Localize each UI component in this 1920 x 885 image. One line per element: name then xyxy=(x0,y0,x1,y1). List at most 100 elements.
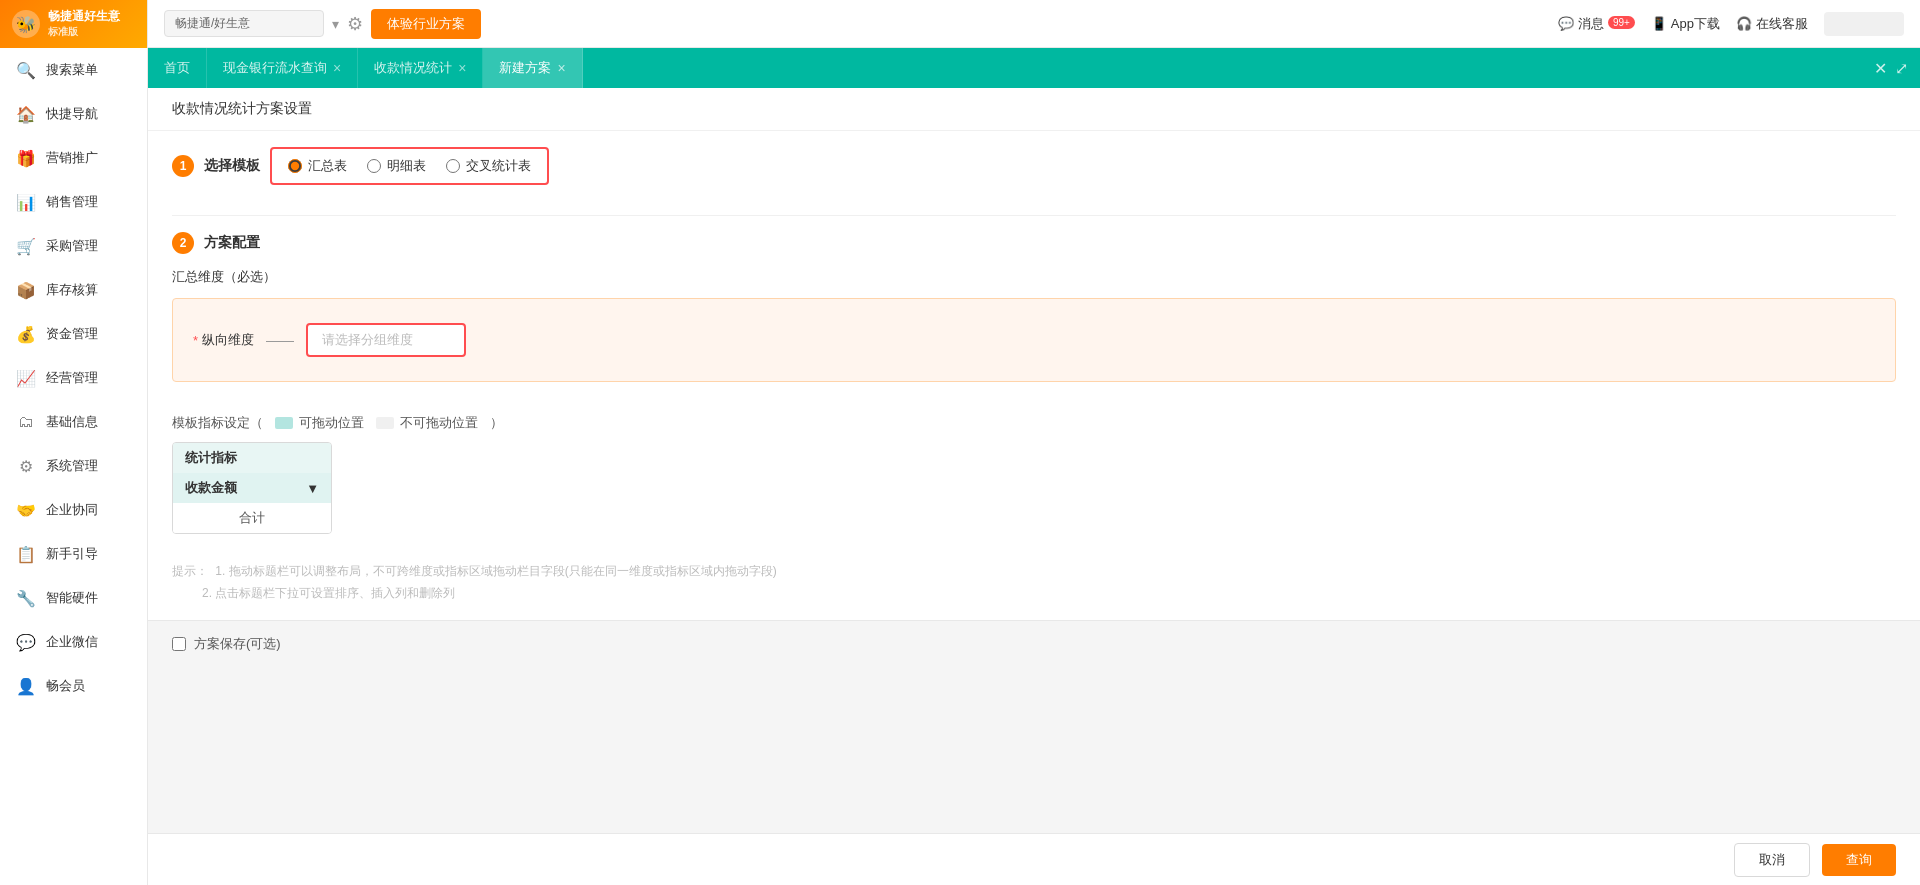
sales-icon: 📊 xyxy=(16,193,36,212)
breadcrumb-dropdown-icon[interactable]: ▾ xyxy=(332,16,339,32)
hint-text-2: 2. 点击标题栏下拉可设置排序、插入列和删除列 xyxy=(172,583,1896,605)
page-title-text: 收款情况统计方案设置 xyxy=(172,100,312,116)
sidebar-item-cooperation[interactable]: 🤝 企业协同 xyxy=(0,488,147,532)
download-area[interactable]: 📱 App下载 xyxy=(1651,15,1720,33)
hint-text-1: 提示： 1. 拖动标题栏可以调整布局，不可跨维度或指标区域拖动栏目字段(只能在同… xyxy=(172,561,1896,583)
tab-new-scheme-close[interactable]: × xyxy=(557,61,565,75)
sidebar-item-label-hardware: 智能硬件 xyxy=(46,589,98,607)
sidebar-item-label-wechat: 企业微信 xyxy=(46,633,98,651)
radio-cross[interactable]: 交叉统计表 xyxy=(446,157,531,175)
folder-icon: 🗂 xyxy=(16,413,36,431)
download-icon: 📱 xyxy=(1651,16,1667,31)
required-mark: * xyxy=(193,333,198,348)
dimension-arrow: —— xyxy=(266,332,294,348)
sidebar-item-operation[interactable]: 📈 经营管理 xyxy=(0,356,147,400)
sidebar-item-label-search-menu: 搜索菜单 xyxy=(46,61,98,79)
dimension-select[interactable]: 请选择分组维度 xyxy=(306,323,466,357)
sidebar-item-hardware[interactable]: 🔧 智能硬件 xyxy=(0,576,147,620)
finance-icon: 💰 xyxy=(16,325,36,344)
notification-area[interactable]: 💬 消息 99+ xyxy=(1558,15,1635,33)
indicator-section: 模板指标设定（ 可拖动位置 不可拖动位置 ） 统计指标 xyxy=(148,414,1920,553)
dimension-area: * 纵向维度 —— 请选择分组维度 xyxy=(172,298,1896,382)
tab-bar: 首页 现金银行流水查询 × 收款情况统计 × 新建方案 × ✕ ⤢ xyxy=(148,48,1920,88)
sidebar-item-sales[interactable]: 📊 销售管理 xyxy=(0,180,147,224)
sidebar-item-quick-nav[interactable]: 🏠 快捷导航 xyxy=(0,92,147,136)
dimension-section-title: 汇总维度（必选） xyxy=(172,268,1896,286)
sidebar-item-member[interactable]: 👤 畅会员 xyxy=(0,664,147,708)
sidebar-item-system[interactable]: ⚙ 系统管理 xyxy=(0,444,147,488)
dropdown-icon[interactable]: ▼ xyxy=(306,481,319,496)
radio-summary[interactable]: 汇总表 xyxy=(288,157,347,175)
top-header: 畅捷通/好生意 ▾ ⚙ 体验行业方案 💬 消息 99+ 📱 App下载 🎧 在线… xyxy=(148,0,1920,48)
tab-receipt-stat[interactable]: 收款情况统计 × xyxy=(358,48,483,88)
scheme-save-checkbox[interactable] xyxy=(172,637,186,651)
radio-summary-input[interactable] xyxy=(288,159,302,173)
support-icon: 🎧 xyxy=(1736,16,1752,31)
member-icon: 👤 xyxy=(16,677,36,696)
hint-section: 提示： 1. 拖动标题栏可以调整布局，不可跨维度或指标区域拖动栏目字段(只能在同… xyxy=(148,553,1920,620)
support-area[interactable]: 🎧 在线客服 xyxy=(1736,15,1808,33)
scheme-save-section: 方案保存(可选) xyxy=(148,620,1920,667)
sidebar-item-marketing[interactable]: 🎁 营销推广 xyxy=(0,136,147,180)
amount-label: 收款金额 xyxy=(185,479,237,497)
scheme-save-label: 方案保存(可选) xyxy=(194,635,281,653)
sidebar-item-label-cooperation: 企业协同 xyxy=(46,501,98,519)
sidebar-item-label-sales: 销售管理 xyxy=(46,193,98,211)
draggable-legend-box xyxy=(275,417,293,429)
home-icon: 🏠 xyxy=(16,105,36,124)
download-label: App下载 xyxy=(1671,15,1720,33)
wechat-icon: 💬 xyxy=(16,633,36,652)
sidebar-item-inventory[interactable]: 📦 库存核算 xyxy=(0,268,147,312)
user-avatar[interactable] xyxy=(1824,12,1904,36)
tab-bank-flow[interactable]: 现金银行流水查询 × xyxy=(207,48,358,88)
radio-cross-input[interactable] xyxy=(446,159,460,173)
content-inner: 收款情况统计方案设置 1 选择模板 汇总表 xyxy=(148,88,1920,620)
step2-title: 方案配置 xyxy=(204,234,260,252)
main-area: 畅捷通/好生意 ▾ ⚙ 体验行业方案 💬 消息 99+ 📱 App下载 🎧 在线… xyxy=(148,0,1920,885)
sidebar-item-label-quick-nav: 快捷导航 xyxy=(46,105,98,123)
draggable-legend: 可拖动位置 xyxy=(275,414,364,432)
tab-receipt-stat-close[interactable]: × xyxy=(458,61,466,75)
amount-row[interactable]: 收款金额 ▼ xyxy=(173,473,331,503)
query-button[interactable]: 查询 xyxy=(1822,844,1896,876)
stat-table: 统计指标 收款金额 ▼ 合计 xyxy=(172,442,332,534)
step2-section: 2 方案配置 汇总维度（必选） * 纵向维度 —— 请选择分组维度 xyxy=(148,216,1920,414)
radio-detail[interactable]: 明细表 xyxy=(367,157,426,175)
indicator-label-row: 模板指标设定（ 可拖动位置 不可拖动位置 ） xyxy=(172,414,1896,432)
sidebar-item-label-member: 畅会员 xyxy=(46,677,85,695)
tab-close-action[interactable]: ✕ xyxy=(1874,59,1887,78)
settings-icon[interactable]: ⚙ xyxy=(347,13,363,35)
notification-badge: 99+ xyxy=(1608,16,1635,29)
tab-home[interactable]: 首页 xyxy=(148,48,207,88)
sidebar-item-label-inventory: 库存核算 xyxy=(46,281,98,299)
cancel-button[interactable]: 取消 xyxy=(1734,843,1810,877)
tab-new-scheme[interactable]: 新建方案 × xyxy=(483,48,582,88)
hint-2: 2. 点击标题栏下拉可设置排序、插入列和删除列 xyxy=(202,586,455,600)
breadcrumb-area: 畅捷通/好生意 ▾ ⚙ 体验行业方案 xyxy=(164,9,1546,39)
sidebar-item-finance[interactable]: 💰 资金管理 xyxy=(0,312,147,356)
trial-button[interactable]: 体验行业方案 xyxy=(371,9,481,39)
sidebar-item-guide[interactable]: 📋 新手引导 xyxy=(0,532,147,576)
tab-new-scheme-label: 新建方案 xyxy=(499,59,551,77)
sidebar-item-search-menu[interactable]: 🔍 搜索菜单 xyxy=(0,48,147,92)
tab-home-label: 首页 xyxy=(164,59,190,77)
sidebar-item-label-system: 系统管理 xyxy=(46,457,98,475)
sidebar: 🐝 畅捷通好生意 标准版 🔍 搜索菜单 🏠 快捷导航 🎁 营销推广 📊 销售管理… xyxy=(0,0,148,885)
stat-table-header-inner: 统计指标 xyxy=(185,449,319,467)
sidebar-logo: 🐝 畅捷通好生意 标准版 xyxy=(0,0,147,48)
radio-detail-input[interactable] xyxy=(367,159,381,173)
tab-expand-action[interactable]: ⤢ xyxy=(1895,59,1908,78)
sidebar-item-basic[interactable]: 🗂 基础信息 xyxy=(0,400,147,444)
non-draggable-legend-box xyxy=(376,417,394,429)
logo-edition: 标准版 xyxy=(48,25,120,39)
dimension-row: * 纵向维度 —— 请选择分组维度 xyxy=(193,323,1875,357)
radio-summary-label: 汇总表 xyxy=(308,157,347,175)
sidebar-item-purchase[interactable]: 🛒 采购管理 xyxy=(0,224,147,268)
tab-bank-flow-close[interactable]: × xyxy=(333,61,341,75)
hint-1: 1. 拖动标题栏可以调整布局，不可跨维度或指标区域拖动栏目字段(只能在同一维度或… xyxy=(215,564,776,578)
guide-icon: 📋 xyxy=(16,545,36,564)
step1-header: 1 选择模板 汇总表 明细表 xyxy=(172,147,1896,185)
dimension-title-text: 汇总维度（必选） xyxy=(172,269,276,284)
sidebar-item-wechat[interactable]: 💬 企业微信 xyxy=(0,620,147,664)
box-icon: 📦 xyxy=(16,281,36,300)
